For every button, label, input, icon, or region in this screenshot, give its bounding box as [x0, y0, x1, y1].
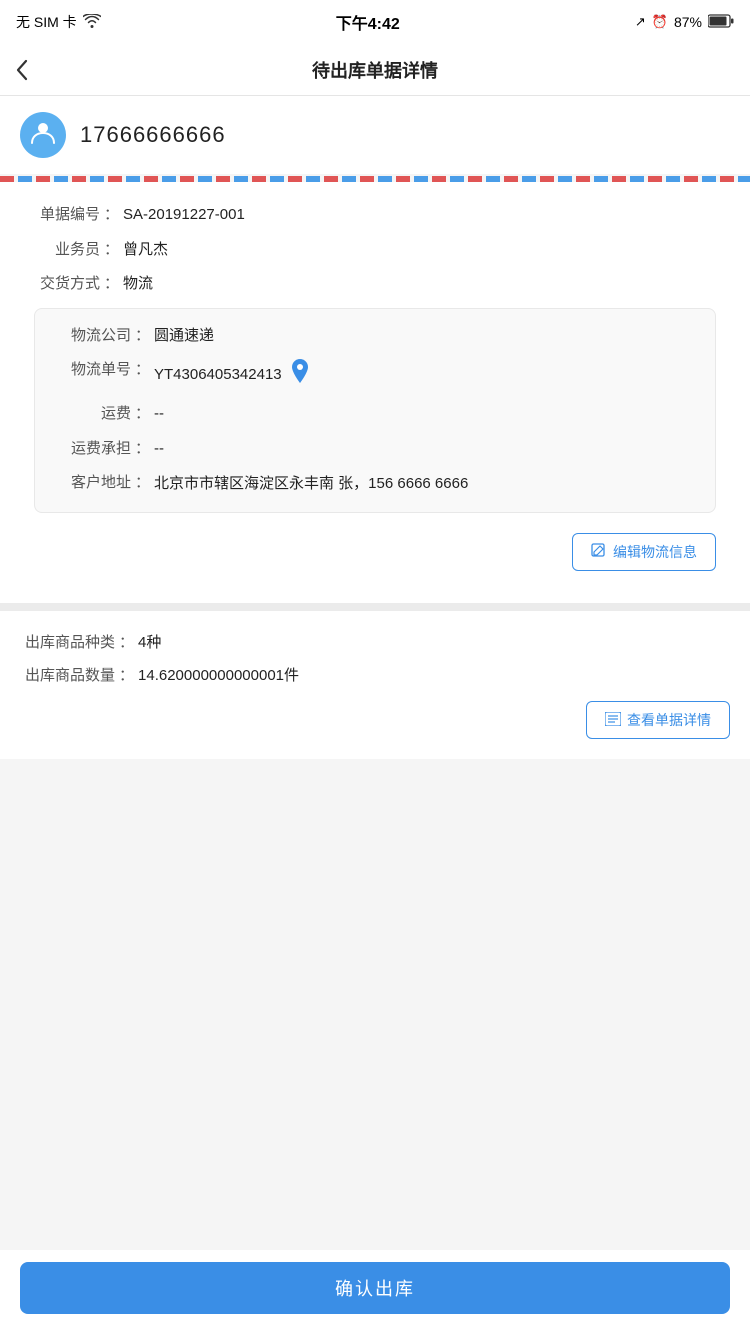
wifi-icon — [83, 14, 101, 31]
product-types-row: 出库商品种类 ： 4种 — [20, 631, 730, 652]
product-quantity-label: 出库商品数量 — [20, 664, 115, 685]
product-types-label: 出库商品种类 — [20, 631, 115, 652]
tracking-number-row: 物流单号 ： YT43064053424​13 — [51, 359, 699, 391]
stock-section: 出库商品种类 ： 4种 出库商品数量 ： 14.620000000000001件… — [0, 611, 750, 759]
section-divider — [0, 603, 750, 611]
logistics-company-label: 物流公司 — [51, 325, 131, 348]
address-label: 客户地址 — [51, 472, 131, 495]
freight-value: -- — [154, 403, 699, 426]
battery-label: 87% — [674, 14, 702, 30]
sales-person-label: 业务员 — [20, 239, 100, 262]
freight-bearer-row: 运费承担 ： -- — [51, 438, 699, 461]
document-number-label: 单据编号 — [20, 204, 100, 227]
address-value: 北京市市辖区海淀区永丰南 张，156 6666 6666 — [154, 472, 699, 496]
alarm-icon: ⏰ — [652, 14, 668, 30]
sales-person-value: 曾凡杰 — [123, 239, 730, 262]
back-button[interactable] — [16, 59, 28, 81]
delivery-method-label: 交货方式 — [20, 273, 100, 296]
freight-label: 运费 — [51, 403, 131, 426]
document-number-value: SA-20191227-001 — [123, 204, 730, 227]
product-quantity-row: 出库商品数量 ： 14.620000000000001件 — [20, 664, 730, 685]
list-icon — [605, 712, 621, 729]
tracking-number-text: YT43064053424​13 — [154, 364, 282, 387]
freight-bearer-label: 运费承担 — [51, 438, 131, 461]
confirm-section: 确认出库 — [0, 1250, 750, 1334]
sim-label: 无 SIM 卡 — [16, 12, 77, 32]
base-info-section: 单据编号 ： SA-20191227-001 业务员 ： 曾凡杰 交货方式 ： … — [0, 182, 750, 603]
delivery-method-row: 交货方式 ： 物流 — [20, 273, 730, 296]
product-quantity-value: 14.620000000000001件 — [138, 664, 299, 685]
status-time: 下午4:42 — [336, 10, 400, 34]
status-bar: 无 SIM 卡 下午4:42 ↗ ⏰ 87% — [0, 0, 750, 44]
edit-icon — [591, 543, 607, 562]
nav-bar: 待出库单据详情 — [0, 44, 750, 96]
view-detail-label: 查看单据详情 — [627, 710, 711, 730]
gps-icon: ↗ — [635, 14, 646, 30]
logistics-company-row: 物流公司 ： 圆通速递 — [51, 325, 699, 348]
location-icon[interactable] — [290, 359, 310, 391]
page-title: 待出库单据详情 — [312, 57, 438, 83]
avatar — [20, 112, 66, 158]
freight-bearer-value: -- — [154, 438, 699, 461]
battery-icon — [708, 14, 734, 31]
address-row: 客户地址 ： 北京市市辖区海淀区永丰南 张，156 6666 6666 — [51, 472, 699, 496]
customer-header: 17666666666 — [0, 96, 750, 174]
view-detail-button[interactable]: 查看单据详情 — [586, 701, 730, 739]
document-number-row: 单据编号 ： SA-20191227-001 — [20, 204, 730, 227]
freight-row: 运费 ： -- — [51, 403, 699, 426]
customer-phone: 17666666666 — [80, 122, 226, 148]
status-right: ↗ ⏰ 87% — [635, 14, 734, 31]
user-icon — [30, 119, 56, 151]
logistics-company-value: 圆通速递 — [154, 325, 699, 348]
empty-area — [0, 759, 750, 959]
logistics-card: 物流公司 ： 圆通速递 物流单号 ： YT43064053424​13 运费 ：… — [34, 308, 716, 514]
view-detail-container: 查看单据详情 — [20, 697, 730, 743]
product-types-value: 4种 — [138, 631, 161, 652]
edit-logistics-label: 编辑物流信息 — [613, 542, 697, 562]
confirm-outbound-button[interactable]: 确认出库 — [20, 1262, 730, 1314]
status-left: 无 SIM 卡 — [16, 12, 101, 32]
sales-person-row: 业务员 ： 曾凡杰 — [20, 239, 730, 262]
delivery-method-value: 物流 — [123, 273, 730, 296]
tracking-number-label: 物流单号 — [51, 359, 131, 382]
bottom-spacer — [0, 959, 750, 1049]
tracking-number-value-container: YT43064053424​13 — [154, 359, 699, 391]
edit-logistics-button[interactable]: 编辑物流信息 — [572, 533, 716, 571]
edit-logistics-container: 编辑物流信息 — [20, 523, 730, 587]
